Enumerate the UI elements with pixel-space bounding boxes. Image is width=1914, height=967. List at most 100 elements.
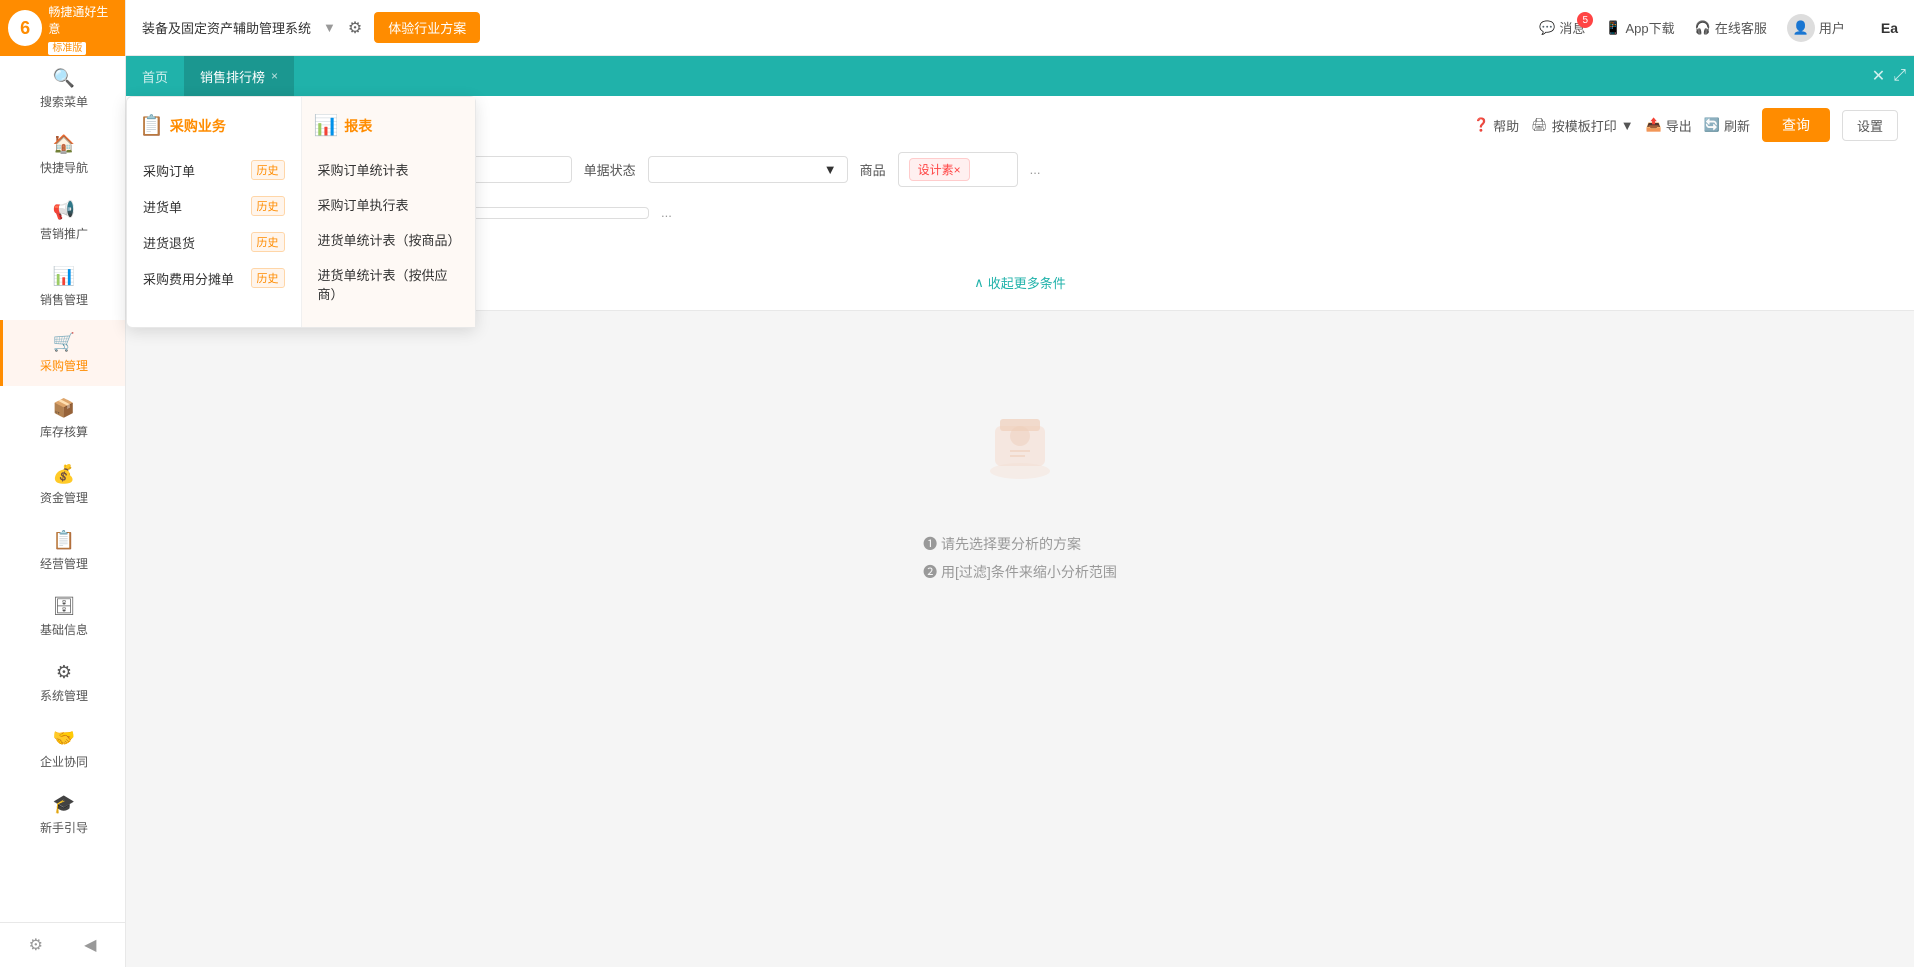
sidebar-item-marketing[interactable]: 📢 营销推广 [0, 188, 125, 254]
report-col: 📊 报表 采购订单统计表 采购订单执行表 进货单统计表（按商品） 进货单统计表（… [302, 97, 476, 327]
topbar: 装备及固定资产辅助管理系统 ▼ ⚙ 体验行业方案 💬 消息 5 📱 App下载 … [126, 0, 1914, 56]
salesman-more-dots[interactable]: ... [661, 205, 672, 220]
sidebar-item-enterprise[interactable]: 🤝 企业协同 [0, 716, 125, 782]
dropdown-item-stock-in[interactable]: 进货单 历史 [139, 188, 289, 224]
tabs-right-actions: ✕ ⤢ [1872, 66, 1914, 86]
history-badge-stock-return: 历史 [251, 232, 285, 252]
history-badge-stock-in: 历史 [251, 196, 285, 216]
sidebar-menu: 🔍 搜索菜单 🏠 快捷导航 📢 营销推广 📊 销售管理 🛒 采购管理 📦 库存核… [0, 56, 125, 922]
collapse-chevron-icon: ∧ [974, 275, 984, 291]
sidebar-logo: 6 畅捷通好生意 标准版 [0, 0, 125, 56]
basic-icon: 🗄 [53, 596, 76, 617]
tab-close-icon[interactable]: × [271, 69, 278, 83]
sidebar: 6 畅捷通好生意 标准版 🔍 搜索菜单 🏠 快捷导航 📢 营销推广 📊 销售管理… [0, 0, 126, 967]
notification-btn[interactable]: 💬 消息 5 [1539, 18, 1585, 37]
phone-icon: 📱 [1605, 20, 1621, 36]
refresh-icon: 🔄 [1704, 117, 1720, 133]
goods-label: 商品 [860, 160, 886, 179]
topbar-right: 💬 消息 5 📱 App下载 🎧 在线客服 👤 用户 Ea [1539, 14, 1898, 42]
empty-illustration [970, 391, 1070, 510]
enterprise-icon: 🤝 [53, 728, 75, 749]
sidebar-item-system[interactable]: ⚙ 系统管理 [0, 650, 125, 716]
help-icon: ❓ [1473, 117, 1489, 133]
help-btn[interactable]: ❓ 帮助 [1473, 116, 1519, 135]
logo-icon: 6 [8, 10, 42, 46]
industry-btn[interactable]: 体验行业方案 [374, 12, 480, 43]
system-icon: ⚙ [56, 662, 72, 683]
print-btn[interactable]: 🖨 按模板打印 ▼ [1531, 116, 1633, 135]
purchase-dropdown-menu: 📋 采购业务 采购订单 历史 进货单 历史 进货退货 历史 采购费用分摊单 历史… [126, 96, 476, 328]
topbar-dropdown-icon[interactable]: ▼ [323, 20, 336, 35]
tab-window-close-icon[interactable]: ✕ [1872, 66, 1885, 86]
sidebar-item-finance[interactable]: 💰 资金管理 [0, 452, 125, 518]
sidebar-item-guide[interactable]: 🎓 新手引导 [0, 782, 125, 848]
goods-more-dots[interactable]: ... [1030, 162, 1041, 177]
dropdown-item-stock-return[interactable]: 进货退货 历史 [139, 224, 289, 260]
sidebar-item-inventory[interactable]: 📦 库存核算 [0, 386, 125, 452]
query-btn[interactable]: 查询 [1762, 108, 1830, 142]
chevron-down-icon: ▼ [824, 162, 837, 177]
dropdown-item-stock-stat-goods[interactable]: 进货单统计表（按商品） [314, 222, 464, 257]
print-dropdown-icon[interactable]: ▼ [1621, 118, 1634, 133]
dropdown-item-purchase-expense[interactable]: 采购费用分摊单 历史 [139, 260, 289, 296]
history-badge-purchase-expense: 历史 [251, 268, 285, 288]
purchase-col-icon: 📋 [139, 113, 164, 138]
export-btn[interactable]: 📤 导出 [1646, 116, 1692, 135]
sidebar-item-sales[interactable]: 📊 销售管理 [0, 254, 125, 320]
purchase-col: 📋 采购业务 采购订单 历史 进货单 历史 进货退货 历史 采购费用分摊单 历史 [127, 97, 302, 327]
topbar-gear-icon[interactable]: ⚙ [348, 18, 362, 38]
dropdown-item-order-exec[interactable]: 采购订单执行表 [314, 187, 464, 222]
refresh-btn[interactable]: 🔄 刷新 [1704, 116, 1750, 135]
goods-input[interactable]: 设计素× [898, 152, 1018, 187]
purchase-col-title: 📋 采购业务 [139, 113, 289, 138]
logo-badge: 标准版 [48, 42, 86, 55]
topbar-title: 装备及固定资产辅助管理系统 [142, 18, 311, 37]
user-btn[interactable]: 👤 用户 [1787, 14, 1845, 42]
tab-home[interactable]: 首页 [126, 56, 184, 96]
operation-icon: 📋 [53, 530, 75, 551]
dropdown-item-stock-stat-supplier[interactable]: 进货单统计表（按供应商） [314, 257, 464, 311]
sales-icon: 📊 [53, 266, 75, 287]
setting-btn[interactable]: 设置 [1842, 110, 1898, 141]
tabs-bar: 首页 销售排行榜 × ✕ ⤢ [126, 56, 1914, 96]
avatar: 👤 [1787, 14, 1815, 42]
collapse-btn[interactable]: ∧ 收起更多条件 [968, 267, 1072, 298]
print-icon: 🖨 [1531, 117, 1548, 133]
app-download-btn[interactable]: 📱 App下载 [1605, 18, 1674, 37]
sidebar-item-purchase[interactable]: 🛒 采购管理 [0, 320, 125, 386]
report-col-icon: 📊 [314, 113, 339, 138]
settings-footer-btn[interactable]: ⚙ [29, 935, 43, 955]
dropdown-item-purchase-order[interactable]: 采购订单 历史 [139, 152, 289, 188]
home-icon: 🏠 [53, 134, 75, 155]
search-icon: 🔍 [53, 68, 75, 89]
sidebar-item-search[interactable]: 🔍 搜索菜单 [0, 56, 125, 122]
notification-badge: 5 [1577, 12, 1593, 28]
tab-ranking[interactable]: 销售排行榜 × [184, 56, 294, 96]
history-badge-purchase-order: 历史 [251, 160, 285, 180]
tab-maximize-icon[interactable]: ⤢ [1893, 67, 1906, 85]
empty-tips: ❶ 请先选择要分析的方案 ❷ 用[过滤]条件来缩小分析范围 [923, 530, 1117, 586]
sidebar-item-operation[interactable]: 📋 经营管理 [0, 518, 125, 584]
sidebar-footer: ⚙ ◀ [0, 922, 125, 967]
finance-icon: 💰 [53, 464, 75, 485]
purchase-icon: 🛒 [53, 332, 75, 353]
report-col-title: 📊 报表 [314, 113, 464, 138]
sidebar-item-basic[interactable]: 🗄 基础信息 [0, 584, 125, 650]
marketing-icon: 📢 [53, 200, 75, 221]
dropdown-item-order-stat[interactable]: 采购订单统计表 [314, 152, 464, 187]
collapse-sidebar-btn[interactable]: ◀ [84, 935, 96, 955]
status-label: 单据状态 [584, 160, 636, 179]
guide-icon: 🎓 [53, 794, 75, 815]
empty-state: ❶ 请先选择要分析的方案 ❷ 用[过滤]条件来缩小分析范围 [126, 311, 1914, 666]
ea-label: Ea [1881, 20, 1898, 36]
goods-tag[interactable]: 设计素× [909, 158, 970, 181]
sidebar-item-quick[interactable]: 🏠 快捷导航 [0, 122, 125, 188]
online-service-btn[interactable]: 🎧 在线客服 [1695, 18, 1767, 37]
status-select[interactable]: ▼ [648, 156, 848, 183]
logo-text: 畅捷通好生意 标准版 [48, 3, 117, 54]
headset-icon: 🎧 [1695, 20, 1711, 36]
salesman-input[interactable] [469, 207, 649, 219]
export-icon: 📤 [1646, 117, 1662, 133]
inventory-icon: 📦 [53, 398, 75, 419]
message-icon: 💬 [1539, 20, 1555, 36]
